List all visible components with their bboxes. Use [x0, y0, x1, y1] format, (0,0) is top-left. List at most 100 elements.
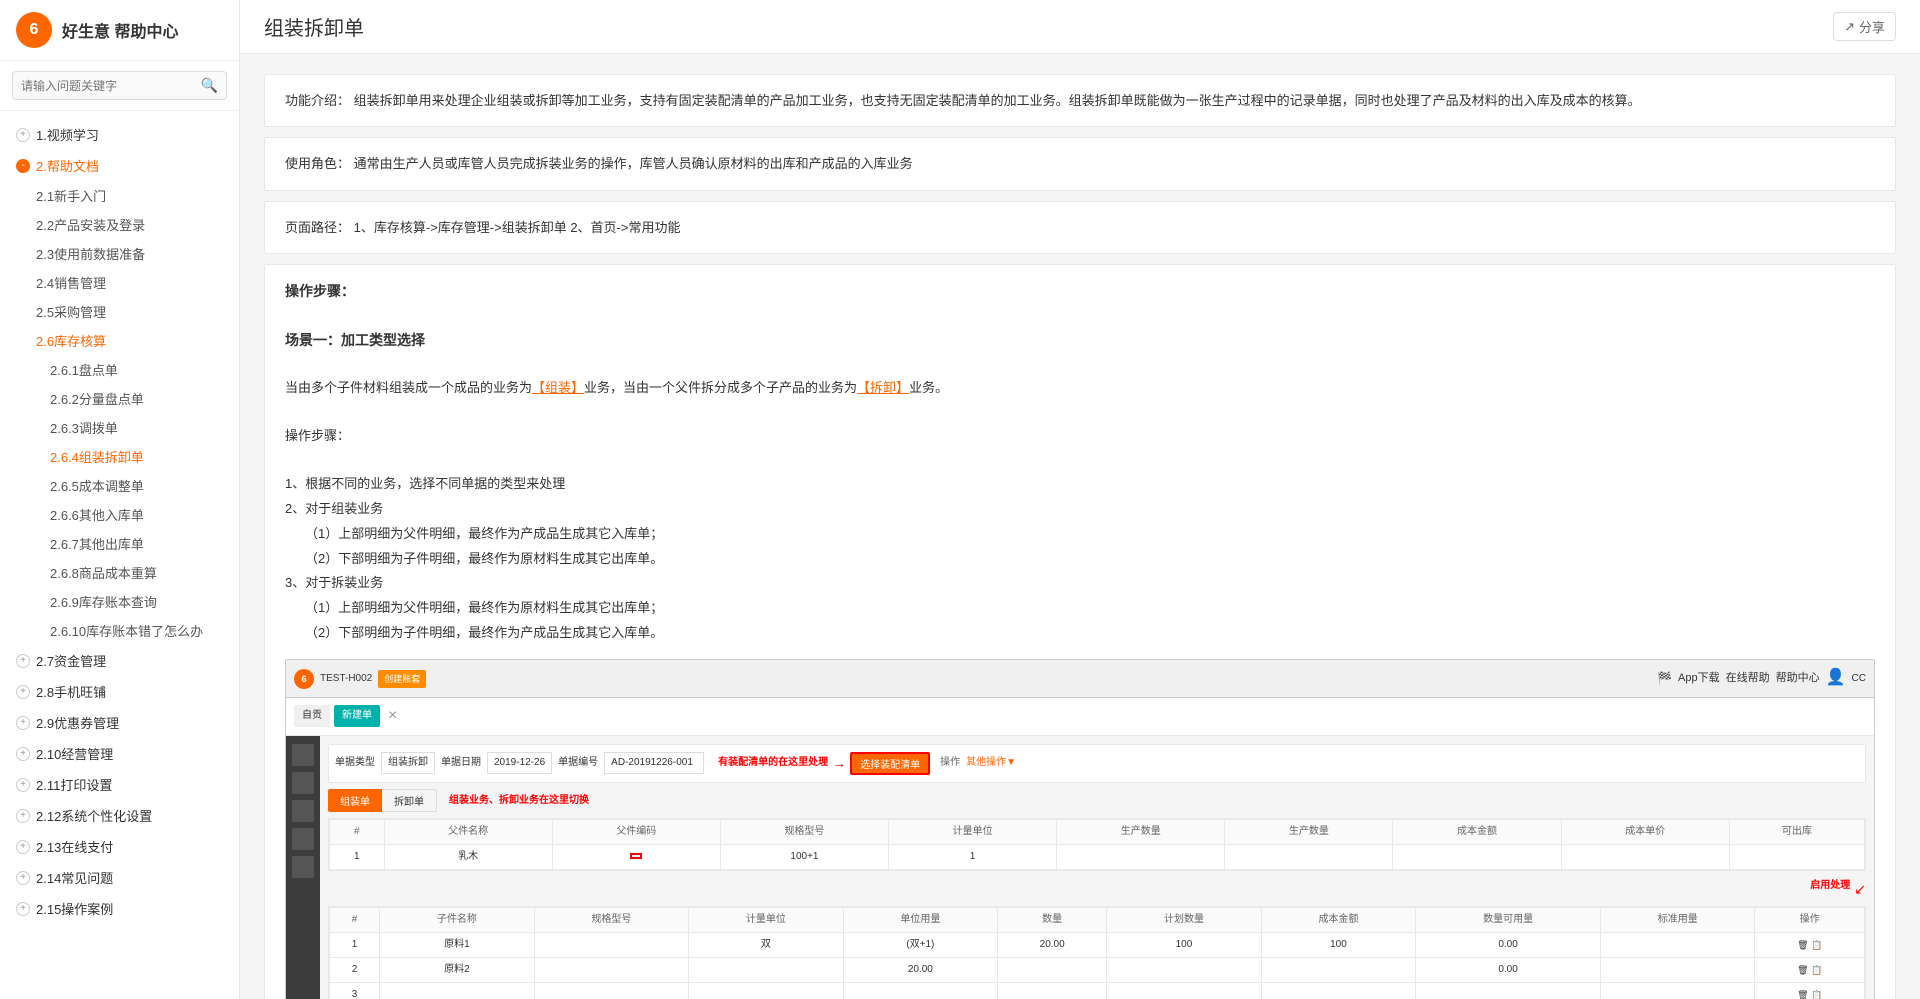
sidebar-subitem-wrong-account[interactable]: 2.6.10库存账本错了怎么办: [0, 616, 239, 645]
sidebar-item-mobile[interactable]: + 2.8手机旺铺: [0, 676, 239, 707]
inner-icon-help: 在线帮助: [1726, 669, 1770, 689]
search-icon[interactable]: 🔍: [201, 77, 218, 94]
sidebar-subitem-stock-query[interactable]: 2.6.9库存账本查询: [0, 587, 239, 616]
sidebar-subitem-inventory[interactable]: 2.6库存核算: [0, 326, 239, 355]
sidebar-subitem-other-out[interactable]: 2.6.7其他出库单: [0, 529, 239, 558]
expand-icon-custom: +: [16, 809, 30, 823]
app-logo-title: 好生意 帮助中心: [62, 18, 178, 42]
inner-th-parent-name: 父件名称: [384, 820, 552, 845]
inner-td-1: 1: [330, 845, 385, 870]
step3-text: 3、对于拆装业务: [285, 571, 1875, 596]
inner-th-c-name: 子件名称: [380, 908, 534, 933]
inner-td-price: [1561, 845, 1729, 870]
highlighted-code: [630, 853, 642, 859]
inner-billno-val: AD-20191226-001: [604, 752, 704, 774]
annotation1-area: 有装配清单的在这里处理 → 选择装配清单: [718, 751, 930, 776]
share-icon: ↗: [1844, 19, 1855, 35]
annotation3-text: 启用处理: [1810, 877, 1850, 895]
table-row: 1原料1双(双+1)20.001001000.00🗑 📋: [330, 933, 1865, 958]
sidebar-subitem-newbie[interactable]: 2.1新手入门: [0, 181, 239, 210]
role-text: 通常由生产人员或库管人员完成拆装业务的操作，库管人员确认原材料的出库和产成品的入…: [354, 156, 913, 171]
sidebar-subitem-sales[interactable]: 2.4销售管理: [0, 268, 239, 297]
path-label: 页面路径：: [285, 220, 350, 235]
logo-area: 6 好生意 帮助中心: [0, 0, 239, 61]
search-area: 🔍: [0, 61, 239, 111]
inner-th-c-num: #: [330, 908, 380, 933]
sidebar-subitem-install[interactable]: 2.2产品安装及登录: [0, 210, 239, 239]
sidebar-item-docs-label: 2.帮助文档: [36, 156, 99, 175]
inner-th-prod-qty2: 生产数量: [1225, 820, 1393, 845]
inner-th-c-planned: 计划数量: [1107, 908, 1261, 933]
inner-nav-icon-1: [292, 744, 314, 766]
search-input[interactable]: [21, 79, 201, 93]
inner-th-c-usage: 单位用量: [843, 908, 997, 933]
role-block: 使用角色： 通常由生产人员或库管人员完成拆装业务的操作，库管人员确认原材料的出库…: [264, 137, 1896, 190]
steps-block: 操作步骤： 场景一：加工类型选择 当由多个子件材料组装成一个成品的业务为【组装】…: [264, 264, 1896, 999]
inner-company: TEST-H002: [320, 670, 372, 688]
path-block: 页面路径： 1、库存核算->库存管理->组装拆卸单 2、首页->常用功能: [264, 201, 1896, 254]
sidebar-subitem-other-in[interactable]: 2.6.6其他入库单: [0, 500, 239, 529]
role-label: 使用角色：: [285, 156, 350, 171]
inner-th-cost-price: 成本单价: [1561, 820, 1729, 845]
annotation3-area: 启用处理 ↙: [328, 877, 1866, 902]
sidebar-subitem-purchase[interactable]: 2.5采购管理: [0, 297, 239, 326]
sidebar-item-video[interactable]: + 1.视频学习: [0, 119, 239, 150]
annotation1-arrow: →: [832, 751, 846, 776]
search-box[interactable]: 🔍: [12, 71, 227, 100]
sidebar-item-fund[interactable]: + 2.7资金管理: [0, 645, 239, 676]
page-title: 组装拆卸单: [264, 12, 364, 41]
inner-doctype-val: 组装拆卸: [381, 752, 435, 774]
inner-tab-new[interactable]: 新建单: [334, 705, 380, 727]
intro-label: 功能介绍：: [285, 93, 350, 108]
expand-icon-print: +: [16, 778, 30, 792]
inner-disassemble-tab[interactable]: 拆卸单: [382, 789, 437, 812]
sidebar-subitem-adjust[interactable]: 2.6.3调拨单: [0, 413, 239, 442]
step2-1-text: （1）上部明细为父件明细，最终作为产成品生成其它入库单；: [285, 522, 1875, 547]
inner-th-c-cost: 成本金额: [1261, 908, 1415, 933]
sidebar-subitem-stock-count[interactable]: 2.6.1盘点单: [0, 355, 239, 384]
inner-select-bom-button[interactable]: 选择装配清单: [850, 752, 930, 775]
sidebar-item-faq[interactable]: + 2.14常见问题: [0, 862, 239, 893]
inner-icon-person: 帮助中心: [1776, 669, 1820, 689]
inner-tab-home[interactable]: 自贡: [294, 705, 330, 727]
inner-assemble-tab[interactable]: 组装单: [328, 789, 382, 812]
inner-th-c-op: 操作: [1755, 908, 1865, 933]
inner-th-available: 可出库: [1729, 820, 1864, 845]
inner-nav-icon-2: [292, 772, 314, 794]
inner-th-prod-qty: 生产数量: [1057, 820, 1225, 845]
inner-other-actions: 其他操作▼: [966, 754, 1016, 772]
inner-th-cost-amt: 成本金额: [1393, 820, 1561, 845]
content-area: 功能介绍： 组装拆卸单用来处理企业组装或拆卸等加工业务，支持有固定装配清单的产品…: [240, 54, 1920, 999]
share-button[interactable]: ↗ 分享: [1833, 12, 1896, 41]
sidebar-subitem-split-count[interactable]: 2.6.2分量盘点单: [0, 384, 239, 413]
step3-2-text: （2）下部明细为子件明细，最终作为产成品生成其它入库单。: [285, 621, 1875, 646]
inner-date-val: 2019-12-26: [487, 752, 552, 774]
inner-type-switch-row: 组装单 拆卸单 组装业务、拆卸业务在这里切换: [328, 789, 1866, 812]
table-row: 2原料220.000.00🗑 📋: [330, 958, 1865, 983]
inner-child-table-area: # 子件名称 规格型号 计量单位 单位用量 数量 计划数量 成本金额 数量可用量: [328, 906, 1866, 999]
inner-parent-table-area: # 父件名称 父件编码 规格型号 计量单位 生产数量 生产数量 成本金额 成本单: [328, 818, 1866, 871]
inner-icon-apps: App下载: [1678, 669, 1720, 689]
sidebar-item-ops[interactable]: + 2.10经营管理: [0, 738, 239, 769]
sidebar-item-coupon[interactable]: + 2.9优惠券管理: [0, 707, 239, 738]
sidebar-subitem-goods-cost[interactable]: 2.6.8商品成本重算: [0, 558, 239, 587]
sidebar-item-video-label: 1.视频学习: [36, 125, 99, 144]
step2-2-text: （2）下部明细为子件明细，最终作为原材料生成其它出库单。: [285, 547, 1875, 572]
table-row: 3🗑 📋: [330, 983, 1865, 999]
sidebar-item-print[interactable]: + 2.11打印设置: [0, 769, 239, 800]
sidebar-item-custom[interactable]: + 2.12系统个性化设置: [0, 800, 239, 831]
inner-tab-close-icon[interactable]: ×: [388, 702, 397, 731]
inner-td-code: [552, 845, 720, 870]
inner-icon-flag: 🏁: [1657, 668, 1672, 690]
expand-icon-fund: +: [16, 654, 30, 668]
inner-th-parent-code: 父件编码: [552, 820, 720, 845]
inner-doctype-label: 单据类型: [335, 754, 375, 772]
sidebar-item-online-pay[interactable]: + 2.13在线支付: [0, 831, 239, 862]
inner-nav-icon-3: [292, 800, 314, 822]
sidebar-subitem-assemble[interactable]: 2.6.4组装拆卸单: [0, 442, 239, 471]
sidebar-subitem-prepare[interactable]: 2.3使用前数据准备: [0, 239, 239, 268]
sidebar-subitem-cost-adjust[interactable]: 2.6.5成本调整单: [0, 471, 239, 500]
sidebar-item-cases[interactable]: + 2.15操作案例: [0, 893, 239, 924]
annotation2-text: 组装业务、拆卸业务在这里切换: [449, 792, 589, 810]
sidebar-item-docs[interactable]: - 2.帮助文档: [0, 150, 239, 181]
